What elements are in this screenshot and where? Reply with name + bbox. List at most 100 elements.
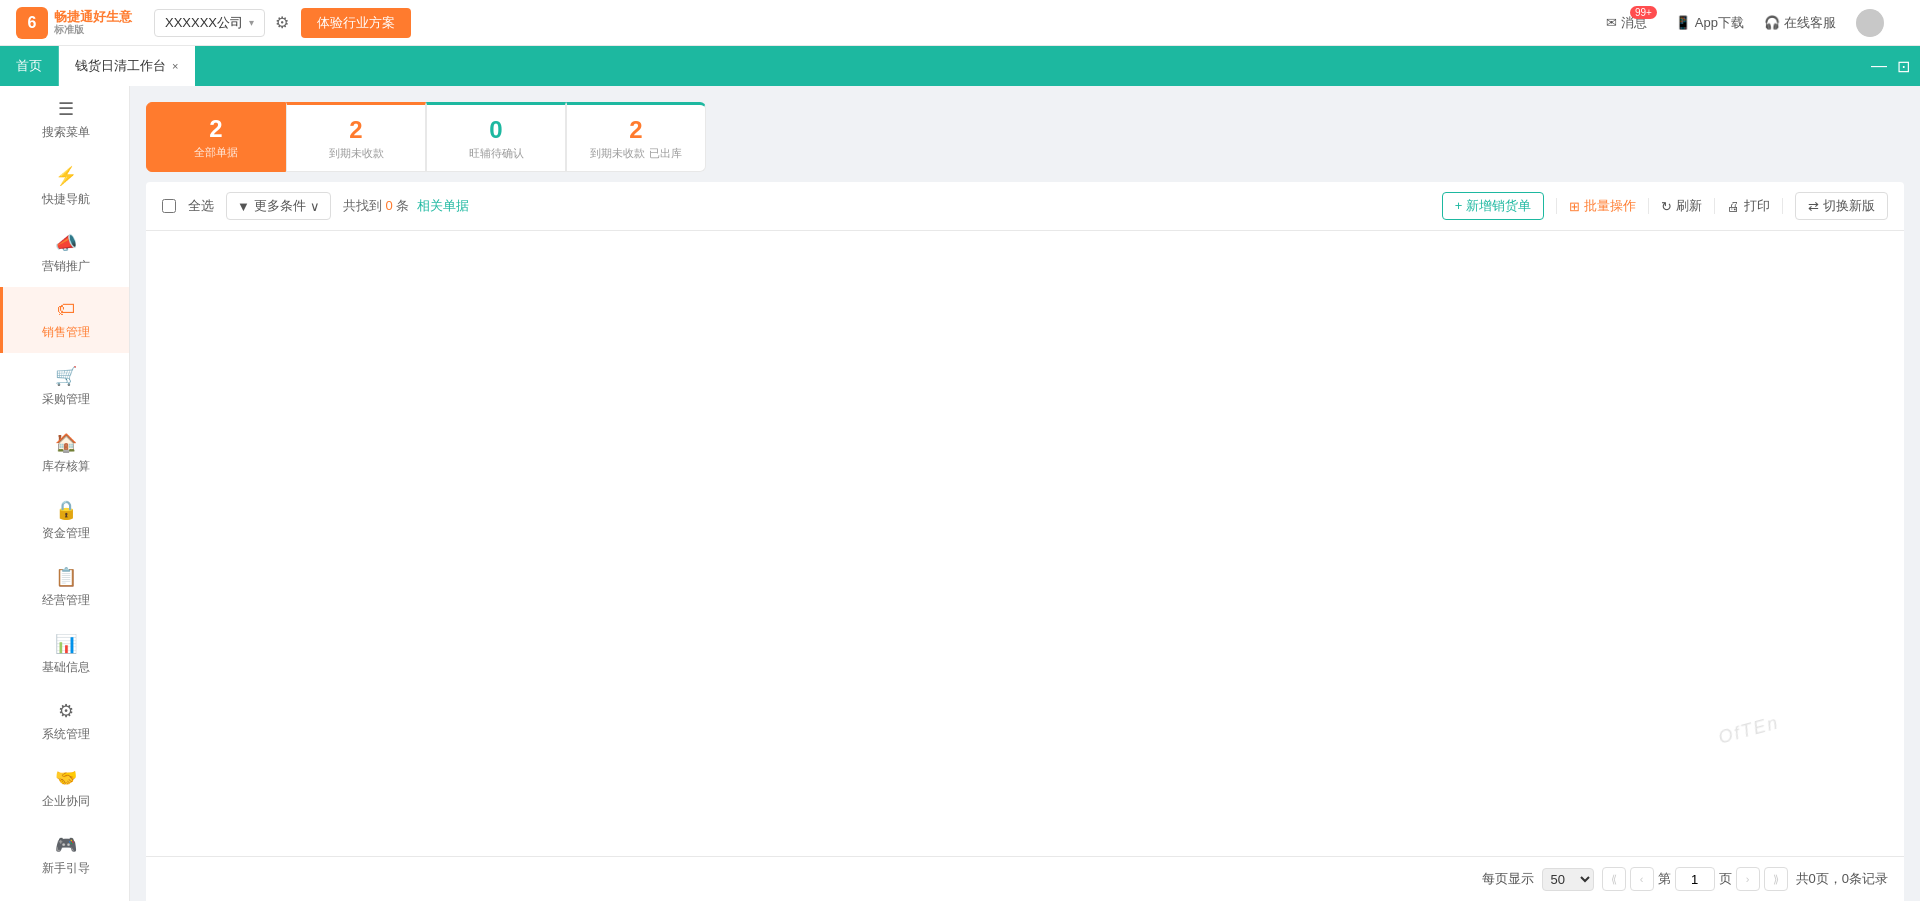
switch-version-button[interactable]: ⇄ 切换新版 <box>1795 192 1888 220</box>
avatar[interactable] <box>1856 9 1884 37</box>
per-page-label: 每页显示 <box>1482 870 1534 888</box>
found-link[interactable]: 相关单据 <box>417 198 469 213</box>
settings-icon[interactable]: ⚙ <box>275 13 289 32</box>
operations-icon: 📋 <box>55 566 77 588</box>
sales-icon: 🏷 <box>57 299 75 320</box>
sidebar: ☰ 搜索菜单 ⚡ 快捷导航 📣 营销推广 🏷 销售管理 🛒 采购管理 🏠 库存核… <box>0 86 130 901</box>
found-count: 0 <box>386 198 393 213</box>
tab-close-icon[interactable]: × <box>172 60 178 72</box>
sidebar-item-operations[interactable]: 📋 经营管理 <box>0 554 129 621</box>
switch-label: 切换新版 <box>1823 197 1875 215</box>
logo-main: 畅捷通好生意 <box>54 9 132 25</box>
purchase-icon: 🛒 <box>55 365 77 387</box>
stat-wangpu-num: 0 <box>489 116 502 144</box>
trial-button[interactable]: 体验行业方案 <box>301 8 411 38</box>
online-service-icon: 🎧 <box>1764 15 1780 30</box>
page-prefix: 第 <box>1658 870 1671 888</box>
company-name: XXXXXX公司 <box>165 14 243 32</box>
dropdown-arrow-icon: ▾ <box>249 17 254 28</box>
sidebar-item-search[interactable]: ☰ 搜索菜单 <box>0 86 129 153</box>
sidebar-item-sales-label: 销售管理 <box>42 324 90 341</box>
page-input[interactable]: 1 <box>1675 867 1715 891</box>
filter-icon: ▼ <box>237 199 250 214</box>
found-unit: 条 <box>396 198 409 213</box>
switch-icon: ⇄ <box>1808 199 1819 214</box>
page-unit: 页 <box>1719 870 1732 888</box>
batch-label: 批量操作 <box>1584 197 1636 215</box>
stat-card-shipped[interactable]: 2 到期未收款 已出库 <box>566 102 706 172</box>
header-right: ✉ 消息 99+ 📱 App下载 🎧 在线客服 <box>1606 9 1904 37</box>
toolbar: 全选 ▼ 更多条件 ∨ 共找到 0 条 相关单据 + 新增销货单 ⊞ 批量操作 <box>146 182 1904 231</box>
toolbar-right: + 新增销货单 ⊞ 批量操作 ↻ 刷新 🖨 打印 ⇄ <box>1442 192 1888 220</box>
add-order-button[interactable]: + 新增销货单 <box>1442 192 1544 220</box>
sidebar-item-finance[interactable]: 🔒 资金管理 <box>0 487 129 554</box>
found-text: 共找到 0 条 相关单据 <box>343 197 469 215</box>
company-selector[interactable]: XXXXXX公司 ▾ <box>154 9 265 37</box>
pagination: 每页显示 50 10 20 100 ⟪ ‹ 第 1 页 › ⟫ 共0页，0条记录 <box>146 856 1904 901</box>
sidebar-item-quicknav[interactable]: ⚡ 快捷导航 <box>0 153 129 220</box>
collab-icon: 🤝 <box>55 767 77 789</box>
online-service-button[interactable]: 🎧 在线客服 <box>1764 14 1836 32</box>
tab-maximize-icon[interactable]: ⊡ <box>1897 57 1910 76</box>
sidebar-item-collab[interactable]: 🤝 企业协同 <box>0 755 129 822</box>
select-all-label: 全选 <box>188 197 214 215</box>
sidebar-item-newguide[interactable]: 🎮 新手引导 <box>0 822 129 889</box>
refresh-button[interactable]: ↻ 刷新 <box>1661 197 1702 215</box>
stat-all-desc: 全部单据 <box>194 145 238 160</box>
sidebar-item-inventory[interactable]: 🏠 库存核算 <box>0 420 129 487</box>
total-info: 共0页，0条记录 <box>1796 870 1888 888</box>
marketing-icon: 📣 <box>55 232 77 254</box>
toolbar-divider4 <box>1782 198 1783 214</box>
last-page-button[interactable]: ⟫ <box>1764 867 1788 891</box>
toolbar-divider2 <box>1648 198 1649 214</box>
tab-work-station-label: 钱货日清工作台 <box>75 57 166 75</box>
stat-card-wangpu[interactable]: 0 旺辅待确认 <box>426 102 566 172</box>
sidebar-item-basicinfo-label: 基础信息 <box>42 659 90 676</box>
sidebar-item-purchase[interactable]: 🛒 采购管理 <box>0 353 129 420</box>
batch-operation-button[interactable]: ⊞ 批量操作 <box>1569 197 1636 215</box>
message-icon: ✉ <box>1606 15 1617 30</box>
app-download-label: App下载 <box>1695 14 1744 32</box>
filter-button[interactable]: ▼ 更多条件 ∨ <box>226 192 331 220</box>
refresh-icon: ↻ <box>1661 199 1672 214</box>
tab-bar: 首页 钱货日清工作台 × — ⊡ <box>0 46 1920 86</box>
sidebar-item-basicinfo[interactable]: 📊 基础信息 <box>0 621 129 688</box>
print-icon: 🖨 <box>1727 199 1740 214</box>
prev-page-button[interactable]: ‹ <box>1630 867 1654 891</box>
sidebar-item-sales[interactable]: 🏷 销售管理 <box>0 287 129 353</box>
inventory-icon: 🏠 <box>55 432 77 454</box>
message-button[interactable]: ✉ 消息 99+ <box>1606 14 1647 32</box>
tab-work-station[interactable]: 钱货日清工作台 × <box>59 46 195 86</box>
stat-wangpu-desc: 旺辅待确认 <box>469 146 524 161</box>
tab-home[interactable]: 首页 <box>0 46 59 86</box>
quicknav-icon: ⚡ <box>55 165 77 187</box>
sidebar-item-finance-label: 资金管理 <box>42 525 90 542</box>
stat-card-overdue[interactable]: 2 到期未收款 <box>286 102 426 172</box>
stat-overdue-desc: 到期未收款 <box>329 146 384 161</box>
print-button[interactable]: 🖨 打印 <box>1727 197 1770 215</box>
print-label: 打印 <box>1744 197 1770 215</box>
tab-home-label: 首页 <box>16 57 42 75</box>
stat-card-all[interactable]: 2 全部单据 <box>146 102 286 172</box>
sidebar-item-quicknav-label: 快捷导航 <box>42 191 90 208</box>
per-page-select[interactable]: 50 10 20 100 <box>1542 868 1594 891</box>
next-page-button[interactable]: › <box>1736 867 1760 891</box>
first-page-button[interactable]: ⟪ <box>1602 867 1626 891</box>
stat-all-num: 2 <box>209 115 222 143</box>
sidebar-item-system[interactable]: ⚙ 系统管理 <box>0 688 129 755</box>
stat-shipped-num: 2 <box>629 116 642 144</box>
finance-icon: 🔒 <box>55 499 77 521</box>
message-badge: 99+ <box>1630 6 1657 19</box>
newguide-icon: 🎮 <box>55 834 77 856</box>
sidebar-item-search-label: 搜索菜单 <box>42 124 90 141</box>
table-area <box>146 231 1904 856</box>
app-download-button[interactable]: 📱 App下载 <box>1675 14 1744 32</box>
tab-minimize-icon[interactable]: — <box>1871 57 1887 75</box>
sidebar-item-appcenter[interactable]: 📦 应用中心 <box>0 889 129 901</box>
sidebar-item-collab-label: 企业协同 <box>42 793 90 810</box>
logo-icon: 6 <box>16 7 48 39</box>
stat-cards: 2 全部单据 2 到期未收款 0 旺辅待确认 2 到期未收款 已出库 <box>130 86 1920 172</box>
sidebar-item-marketing[interactable]: 📣 营销推广 <box>0 220 129 287</box>
page-nav: ⟪ ‹ 第 1 页 › ⟫ <box>1602 867 1788 891</box>
select-all-checkbox[interactable] <box>162 199 176 213</box>
